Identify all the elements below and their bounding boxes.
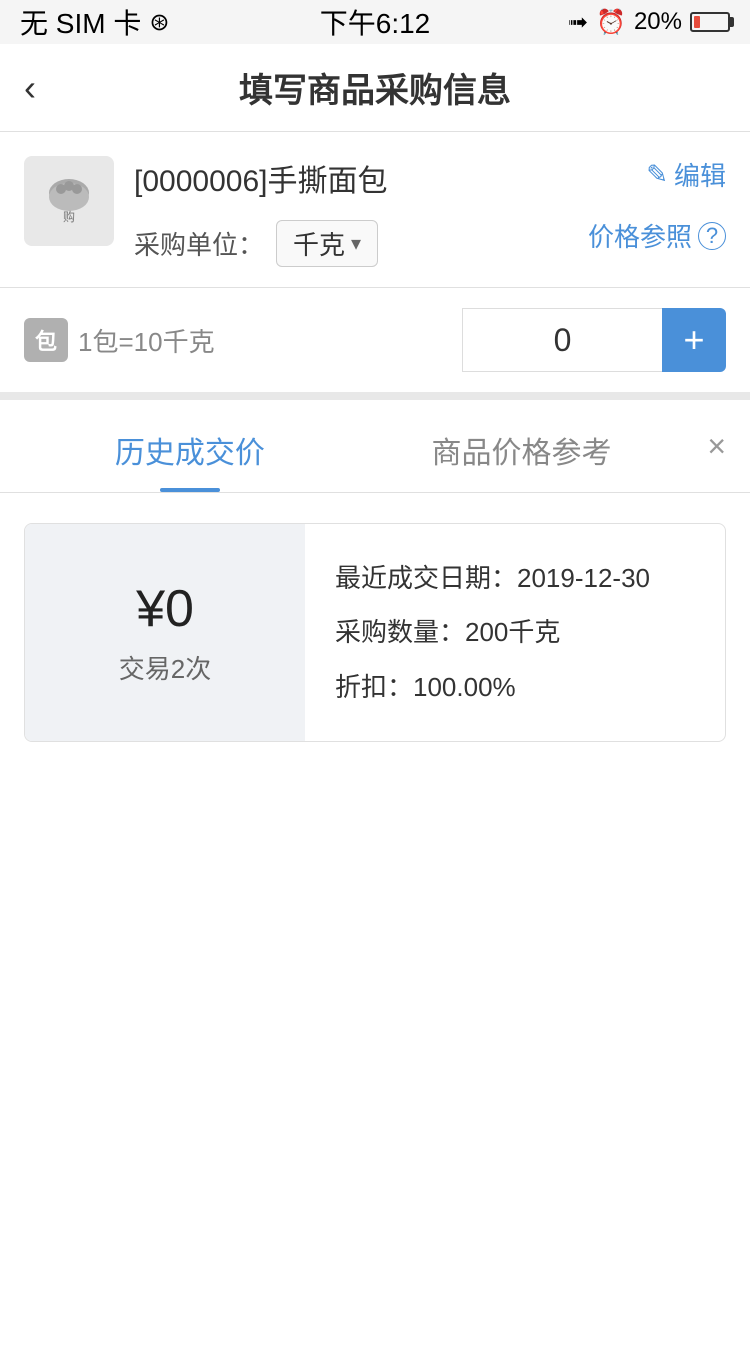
battery-icon (690, 12, 730, 32)
quantity-control: + (462, 308, 726, 372)
product-thumbnail-icon: 购 (39, 171, 99, 231)
tab-history-price[interactable]: 历史成交价 (24, 400, 356, 492)
price-left-panel: ¥0 交易2次 (25, 524, 305, 741)
quantity-plus-button[interactable]: + (662, 308, 726, 372)
price-ref-link[interactable]: 价格参照 ? (588, 217, 726, 254)
nav-bar: ‹ 填写商品采购信息 (0, 44, 750, 132)
location-icon: ➟ (568, 8, 588, 37)
price-right-panel: 最近成交日期：2019-12-30 采购数量：200千克 折扣：100.00% (305, 524, 725, 741)
price-transactions: 交易2次 (119, 649, 211, 686)
wifi-icon: ⊛ (149, 8, 169, 37)
price-discount: 折扣：100.00% (335, 669, 695, 705)
unit-value: 千克 (293, 225, 345, 262)
price-card: ¥0 交易2次 最近成交日期：2019-12-30 采购数量：200千克 折扣：… (24, 523, 726, 742)
product-image: 购 (24, 156, 114, 246)
price-amount: ¥0 (136, 579, 194, 639)
page-title: 填写商品采购信息 (239, 63, 511, 112)
status-bar: 无 SIM 卡 ⊛ 下午6:12 ➟ ⏰ 20% (0, 0, 750, 44)
quantity-unit-box: 包 (24, 318, 68, 362)
quantity-input[interactable] (462, 308, 662, 372)
edit-link[interactable]: ✎ 编辑 (646, 156, 726, 193)
status-time: 下午6:12 (320, 2, 431, 42)
help-icon: ? (698, 222, 726, 250)
svg-text:购: 购 (63, 209, 75, 224)
tabs-section: 历史成交价 商品价格参考 × ¥0 交易2次 最近成交日期：2019-12-30… (0, 400, 750, 772)
chevron-down-icon: ▾ (351, 231, 361, 256)
quantity-section: 包 1包=10千克 + (0, 288, 750, 400)
unit-label: 采购单位： (134, 225, 264, 262)
tabs-close-button[interactable]: × (687, 408, 726, 485)
product-name: [0000006]手撕面包 (134, 156, 387, 200)
tabs-header: 历史成交价 商品价格参考 × (0, 400, 750, 493)
price-purchase-qty: 采购数量：200千克 (335, 614, 695, 650)
unit-select[interactable]: 千克 ▾ (276, 220, 378, 267)
price-latest-date: 最近成交日期：2019-12-30 (335, 560, 695, 596)
bottom-space (0, 772, 750, 1372)
tab-product-price-ref[interactable]: 商品价格参考 (356, 400, 688, 492)
status-right: ➟ ⏰ 20% (568, 8, 730, 37)
product-card: 购 [0000006]手撕面包 采购单位： 千克 ▾ ✎ 编辑 价 (0, 132, 750, 288)
battery-percent: 20% (634, 8, 682, 36)
status-carrier: 无 SIM 卡 ⊛ (20, 2, 169, 42)
history-price-content: ¥0 交易2次 最近成交日期：2019-12-30 采购数量：200千克 折扣：… (0, 493, 750, 772)
edit-icon: ✎ (646, 159, 668, 190)
quantity-unit-info: 包 1包=10千克 (24, 318, 215, 362)
quantity-unit-conversion: 1包=10千克 (78, 322, 215, 359)
back-button[interactable]: ‹ (24, 67, 36, 109)
product-info: [0000006]手撕面包 采购单位： 千克 ▾ (134, 156, 387, 267)
alarm-icon: ⏰ (596, 8, 626, 37)
